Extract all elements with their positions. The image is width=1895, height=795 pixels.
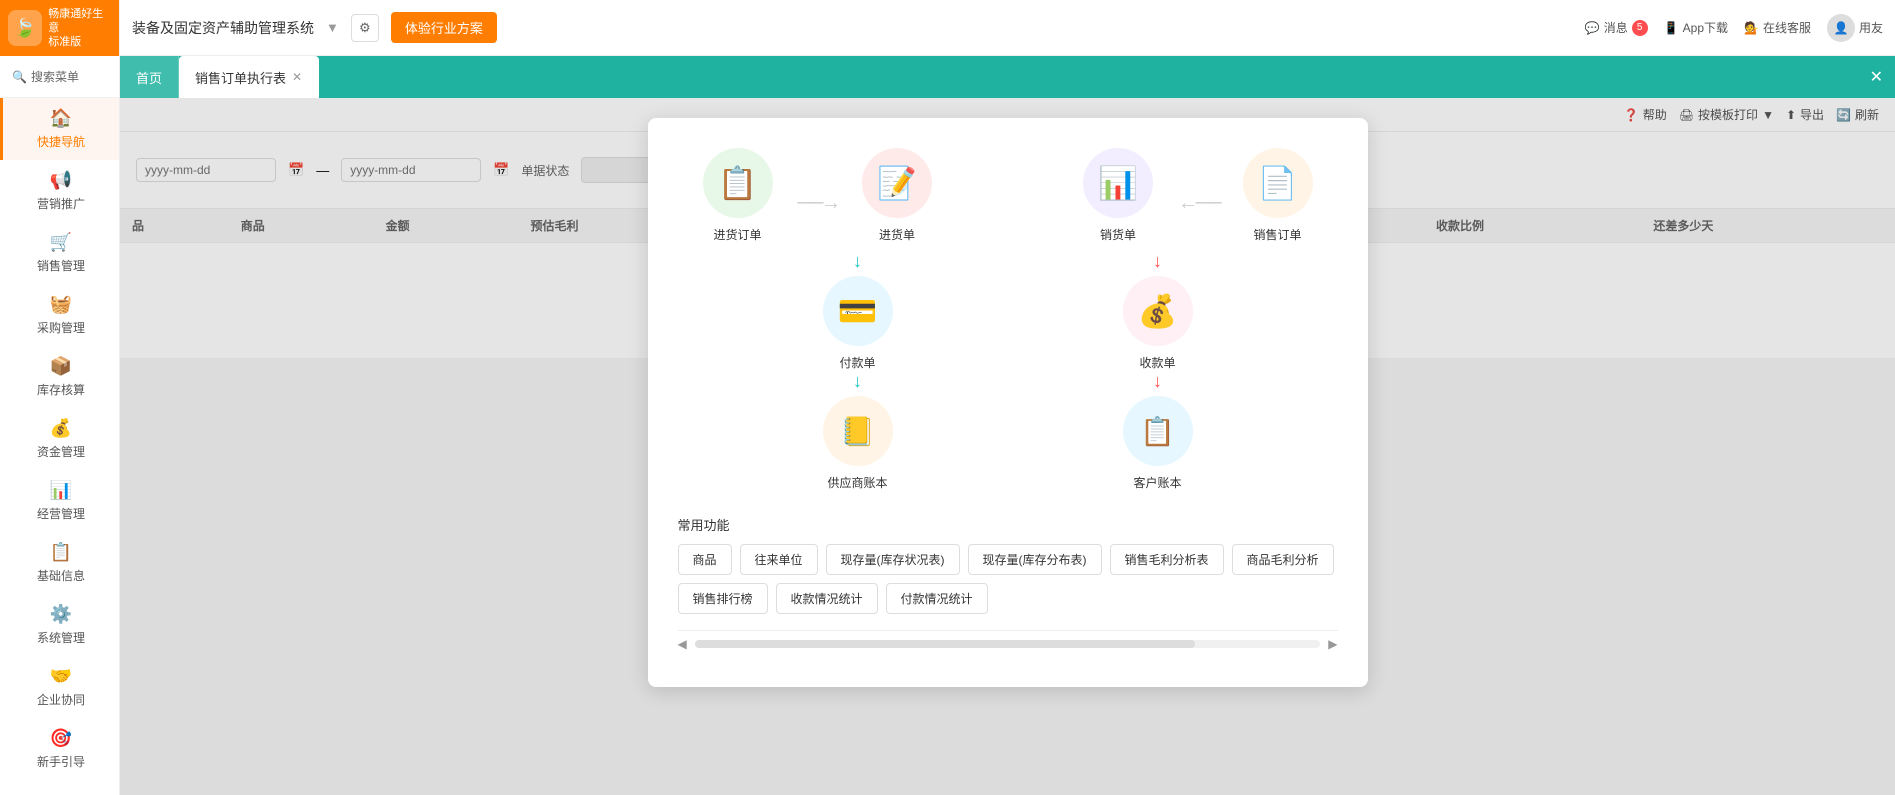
func-btn-product[interactable]: 商品 <box>678 544 732 575</box>
sales-bill-label: 销货单 <box>1100 226 1136 243</box>
common-functions-title: 常用功能 <box>678 515 1338 534</box>
user-name: 用友 <box>1859 19 1883 36</box>
sidebar-item-basic-info[interactable]: 📋 基础信息 <box>0 532 119 594</box>
receipt-bill-node[interactable]: 💰 <box>1123 276 1193 346</box>
func-btn-receipt-stats[interactable]: 收款情况统计 <box>776 583 878 614</box>
function-buttons-row1: 商品 往来单位 现存量(库存状况表) 现存量(库存分布表) 销售毛利分析表 商品… <box>678 544 1338 575</box>
sidebar-item-newbie[interactable]: 🎯 新手引导 <box>0 718 119 780</box>
settings-button[interactable]: ⚙ <box>351 14 379 42</box>
sidebar-item-quick-nav[interactable]: 🏠 快捷导航 <box>0 98 119 160</box>
sidebar-nav: 🏠 快捷导航 📢 营销推广 🛒 销售管理 🧺 采购管理 📦 库存核算 💰 <box>0 98 119 795</box>
sidebar-item-enterprise[interactable]: 🤝 企业协同 <box>0 656 119 718</box>
sidebar-search[interactable]: 🔍 搜索菜单 <box>0 56 119 98</box>
payment-bill-node[interactable]: 💳 <box>823 276 893 346</box>
sales-bill-node[interactable]: 📊 <box>1083 148 1153 218</box>
content-area: ❓ 帮助 🖨 按模板打印 ▼ ⬆ 导出 🔄 刷新 <box>120 98 1895 795</box>
customer-ledger-label: 客户账本 <box>1133 474 1181 491</box>
system-icon: ⚙️ <box>50 604 72 625</box>
online-service-button[interactable]: 💁 在线客服 <box>1744 19 1811 36</box>
func-btn-inventory-status[interactable]: 现存量(库存状况表) <box>826 544 960 575</box>
system-title: 装备及固定资产辅助管理系统 <box>132 18 314 38</box>
tab-close-icon[interactable]: ✕ <box>292 70 302 84</box>
logo-icon: 🍃 <box>8 10 42 46</box>
dropdown-arrow-icon[interactable]: ▼ <box>326 20 339 35</box>
header-right: 💬 消息 5 📱 App下载 💁 在线客服 👤 用友 <box>1585 14 1883 42</box>
horizontal-scrollbar[interactable] <box>695 640 1321 648</box>
message-badge: 5 <box>1632 20 1648 36</box>
download-icon: 📱 <box>1664 21 1679 35</box>
marketing-icon: 📢 <box>50 170 72 191</box>
purchase-icon: 🧺 <box>50 294 72 315</box>
func-btn-inventory-dist[interactable]: 现存量(库存分布表) <box>968 544 1102 575</box>
scroll-thumb <box>695 640 1195 648</box>
tab-home[interactable]: 首页 <box>120 56 179 98</box>
sidebar: 🍃 畅康通好生意 标准版 🔍 搜索菜单 🏠 快捷导航 📢 营销推广 🛒 <box>0 0 120 795</box>
supplier-ledger-node[interactable]: 📒 <box>823 396 893 466</box>
search-menu-button[interactable]: 🔍 搜索菜单 <box>8 64 111 89</box>
app-download-button[interactable]: 📱 App下载 <box>1664 19 1728 36</box>
sidebar-item-marketing[interactable]: 📢 营销推广 <box>0 160 119 222</box>
service-icon: 💁 <box>1744 21 1759 35</box>
func-btn-partner[interactable]: 往来单位 <box>740 544 818 575</box>
user-avatar: 👤 <box>1827 14 1855 42</box>
sidebar-item-operations[interactable]: 📊 经营管理 <box>0 470 119 532</box>
tab-bar-close-button[interactable]: ✕ <box>1870 67 1883 87</box>
func-btn-sales-profit[interactable]: 销售毛利分析表 <box>1110 544 1224 575</box>
newbie-icon: 🎯 <box>50 728 72 749</box>
enterprise-icon: 🤝 <box>50 666 72 687</box>
sidebar-item-sales[interactable]: 🛒 销售管理 <box>0 222 119 284</box>
app-logo: 🍃 畅康通好生意 标准版 <box>0 0 119 56</box>
func-btn-payment-stats[interactable]: 付款情况统计 <box>886 583 988 614</box>
user-menu[interactable]: 👤 用友 <box>1827 14 1883 42</box>
inventory-icon: 📦 <box>50 356 72 377</box>
function-buttons-row2: 销售排行榜 收款情况统计 付款情况统计 <box>678 583 1338 614</box>
purchase-bill-label: 进货单 <box>879 226 915 243</box>
purchase-order-node[interactable]: 📋 <box>703 148 773 218</box>
message-button[interactable]: 💬 消息 5 <box>1585 19 1648 36</box>
sidebar-item-inventory[interactable]: 📦 库存核算 <box>0 346 119 408</box>
purchase-order-label: 进货订单 <box>713 226 761 243</box>
operations-icon: 📊 <box>50 480 72 501</box>
common-functions: 常用功能 商品 往来单位 现存量(库存状况表) 现存量(库存分布表) 销售毛利分… <box>678 515 1338 614</box>
scroll-right-icon[interactable]: ▶ <box>1328 637 1337 651</box>
main-area: 装备及固定资产辅助管理系统 ▼ ⚙ 体验行业方案 💬 消息 5 📱 App下载 … <box>120 0 1895 795</box>
sales-order-node[interactable]: 📄 <box>1243 148 1313 218</box>
flow-diagram: 📋 进货订单 ─ ─ → 📝 <box>678 148 1338 491</box>
supplier-ledger-label: 供应商账本 <box>827 474 887 491</box>
payment-bill-label: 付款单 <box>839 354 875 371</box>
purchase-bill-node[interactable]: 📝 <box>862 148 932 218</box>
tab-sales-order-exec[interactable]: 销售订单执行表 ✕ <box>179 56 319 98</box>
func-btn-sales-ranking[interactable]: 销售排行榜 <box>678 583 768 614</box>
scroll-area: ◀ ▶ <box>678 630 1338 657</box>
func-btn-product-profit[interactable]: 商品毛利分析 <box>1232 544 1334 575</box>
scroll-left-icon[interactable]: ◀ <box>678 637 687 651</box>
finance-icon: 💰 <box>50 418 72 439</box>
quick-guide-modal: 📋 进货订单 ─ ─ → 📝 <box>648 118 1368 687</box>
top-header: 装备及固定资产辅助管理系统 ▼ ⚙ 体验行业方案 💬 消息 5 📱 App下载 … <box>120 0 1895 56</box>
trial-button[interactable]: 体验行业方案 <box>391 12 497 43</box>
sidebar-item-purchase[interactable]: 🧺 采购管理 <box>0 284 119 346</box>
basic-info-icon: 📋 <box>50 542 72 563</box>
customer-ledger-node[interactable]: 📋 <box>1123 396 1193 466</box>
search-icon: 🔍 <box>12 70 27 84</box>
message-icon: 💬 <box>1585 21 1600 35</box>
home-icon: 🏠 <box>50 108 72 129</box>
sales-order-label: 销售订单 <box>1253 226 1301 243</box>
modal-overlay[interactable]: 📋 进货订单 ─ ─ → 📝 <box>120 98 1895 795</box>
receipt-bill-label: 收款单 <box>1139 354 1175 371</box>
tab-bar: 首页 销售订单执行表 ✕ ✕ <box>120 56 1895 98</box>
sidebar-item-system[interactable]: ⚙️ 系统管理 <box>0 594 119 656</box>
sales-icon: 🛒 <box>50 232 72 253</box>
sidebar-item-finance[interactable]: 💰 资金管理 <box>0 408 119 470</box>
logo-text: 畅康通好生意 标准版 <box>48 7 111 50</box>
